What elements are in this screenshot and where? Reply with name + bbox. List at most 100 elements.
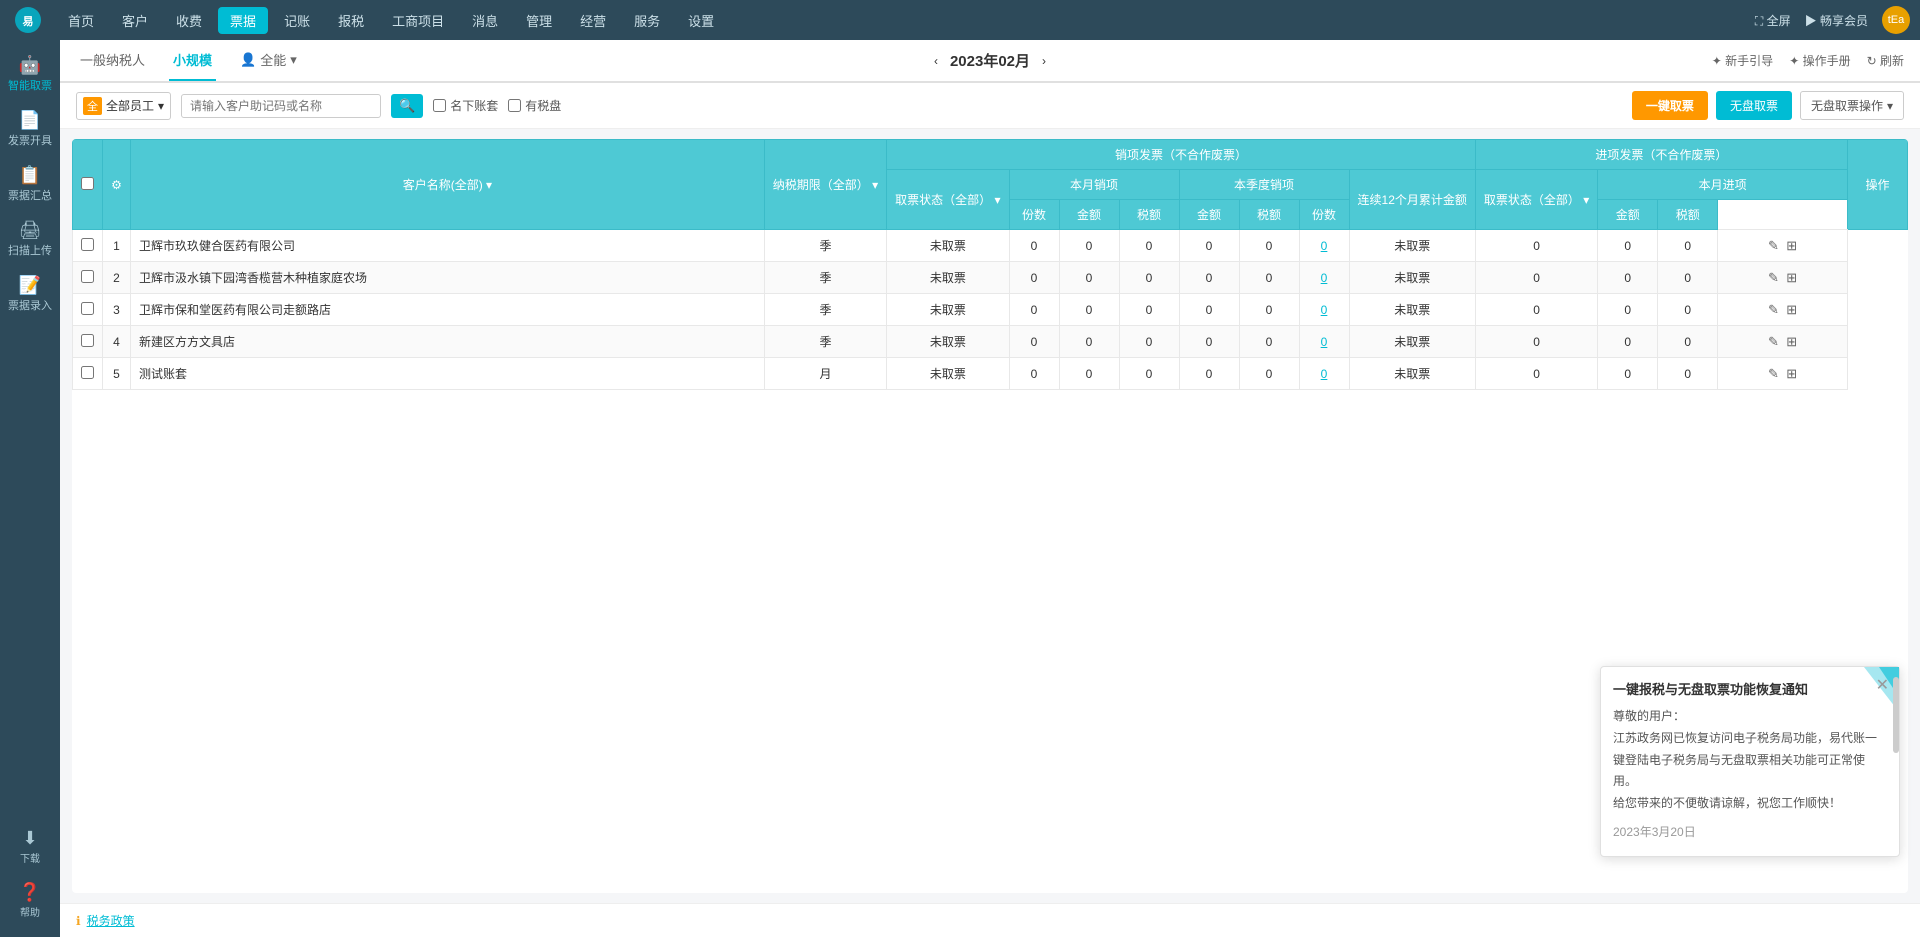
period-filter-icon[interactable]: ▾	[872, 178, 878, 192]
under-account-checkbox[interactable]: 名下账套	[433, 97, 498, 114]
nav-business[interactable]: 工商项目	[380, 7, 456, 34]
th-sales-status: 取票状态（全部） ▾	[887, 170, 1009, 230]
fullscreen-btn[interactable]: ⛶ 全屏	[1755, 12, 1791, 29]
row-checkbox-4[interactable]	[81, 366, 94, 379]
th-sales-month-count: 份数	[1009, 200, 1059, 230]
row-sales-status-3: 未取票	[887, 326, 1009, 358]
nav-customer[interactable]: 客户	[110, 7, 160, 34]
tab-small-scale[interactable]: 小规模	[169, 40, 216, 81]
nav-message[interactable]: 消息	[460, 7, 510, 34]
sales-status-filter-icon[interactable]: ▾	[994, 193, 1000, 207]
row-sales-status-0: 未取票	[887, 230, 1009, 262]
tab-general-taxpayer[interactable]: 一般纳税人	[76, 40, 149, 81]
nav-service[interactable]: 服务	[622, 7, 672, 34]
row-name-2: 卫辉市保和堂医药有限公司走额路店	[131, 294, 765, 326]
nav-operation[interactable]: 经营	[568, 7, 618, 34]
row-checkbox-3[interactable]	[81, 334, 94, 347]
row-checkbox-0[interactable]	[81, 238, 94, 251]
row-checkbox-2[interactable]	[81, 302, 94, 315]
help-icon: ❓	[19, 883, 41, 901]
row-checkbox-cell	[73, 294, 103, 326]
employee-filter[interactable]: 全 全部员工 ▾	[76, 92, 171, 120]
row-sales-month-tax-0: 0	[1119, 230, 1179, 262]
row-name-0: 卫辉市玖玖健合医药有限公司	[131, 230, 765, 262]
manual-btn[interactable]: ✦ 操作手册	[1789, 52, 1850, 69]
search-input[interactable]	[181, 94, 381, 118]
table-row: 5 测试账套 月 未取票 0 0 0 0 0 0 未取票 0 0 0 ✎ ⊞	[73, 358, 1908, 390]
one-click-ticket-btn[interactable]: 一键取票	[1632, 91, 1708, 120]
sidebar-item-summary[interactable]: 📋 票据汇总	[2, 158, 58, 211]
sidebar-item-entry[interactable]: 📝 票据录入	[2, 268, 58, 321]
row-sales-month-tax-3: 0	[1119, 326, 1179, 358]
entry-icon: 📝	[19, 276, 41, 294]
row-sales-quarter-amount-3: 0	[1179, 326, 1239, 358]
edit-icon-2[interactable]: ✎	[1768, 302, 1779, 317]
nav-invoice[interactable]: 票据	[218, 7, 268, 34]
row-purchase-month-amount-3: 0	[1598, 326, 1658, 358]
row-purchase-month-tax-4: 0	[1658, 358, 1718, 390]
no-disc-operation-btn[interactable]: 无盘取票操作 ▾	[1800, 91, 1904, 120]
search-button[interactable]: 🔍	[391, 94, 423, 118]
settings-icon[interactable]: ⚙	[111, 178, 122, 192]
sidebar-label-download: 下载	[20, 850, 40, 865]
detail-icon-3[interactable]: ⊞	[1786, 334, 1797, 349]
row-sales-month-amount-3: 0	[1059, 326, 1119, 358]
row-sales-quarter-tax-1: 0	[1239, 262, 1299, 294]
logo[interactable]: 易	[10, 2, 46, 38]
sidebar-item-scan[interactable]: 🖨 扫描上传	[2, 213, 58, 266]
row-purchase-month-tax-2: 0	[1658, 294, 1718, 326]
guide-btn[interactable]: ✦ 新手引导	[1712, 52, 1773, 69]
next-period-btn[interactable]: ›	[1042, 54, 1046, 68]
nav-accounting[interactable]: 记账	[272, 7, 322, 34]
nav-fee[interactable]: 收费	[164, 7, 214, 34]
row-period-0: 季	[764, 230, 886, 262]
row-checkbox-1[interactable]	[81, 270, 94, 283]
purchase-status-filter-icon[interactable]: ▾	[1583, 193, 1589, 207]
sidebar-item-help[interactable]: ❓ 帮助	[2, 875, 58, 927]
tab-all[interactable]: 👤 全能 ▾	[236, 40, 301, 81]
scrollbar-thumb[interactable]	[1893, 677, 1899, 752]
detail-icon-0[interactable]: ⊞	[1786, 238, 1797, 253]
footer: ℹ 税务政策	[60, 903, 1920, 937]
dropdown-arrow-icon: ▾	[1887, 99, 1893, 113]
detail-icon-1[interactable]: ⊞	[1786, 270, 1797, 285]
row-index-3: 4	[103, 326, 131, 358]
sub-nav-right: ✦ 新手引导 ✦ 操作手册 ↻ 刷新	[1712, 52, 1904, 69]
edit-icon-1[interactable]: ✎	[1768, 270, 1779, 285]
sidebar-item-smart-ticket[interactable]: 🤖 智能取票	[2, 48, 58, 101]
th-period: 纳税期限（全部） ▾	[764, 140, 886, 230]
detail-icon-2[interactable]: ⊞	[1786, 302, 1797, 317]
detail-icon-4[interactable]: ⊞	[1786, 366, 1797, 381]
sidebar-item-download[interactable]: ⬇ 下载	[2, 821, 58, 873]
th-operation: 操作	[1848, 140, 1908, 230]
row-sales-status-1: 未取票	[887, 262, 1009, 294]
nav-home[interactable]: 首页	[56, 7, 106, 34]
has-tax-disc-input[interactable]	[508, 99, 521, 112]
avatar[interactable]: tEa	[1882, 6, 1910, 34]
tax-policy-link[interactable]: 税务政策	[87, 912, 135, 929]
edit-icon-3[interactable]: ✎	[1768, 334, 1779, 349]
nav-tax[interactable]: 报税	[326, 7, 376, 34]
nav-manage[interactable]: 管理	[514, 7, 564, 34]
no-disc-ticket-btn[interactable]: 无盘取票	[1716, 91, 1792, 120]
select-all-checkbox[interactable]	[81, 177, 94, 190]
sidebar-item-invoice-open[interactable]: 📄 发票开具	[2, 103, 58, 156]
row-purchase-month-count-1: 0	[1475, 262, 1597, 294]
th-month-sales: 本月销项	[1009, 170, 1179, 200]
filter-icon[interactable]: ▾	[486, 178, 492, 192]
has-tax-disc-checkbox[interactable]: 有税盘	[508, 97, 561, 114]
row-sales-month-amount-4: 0	[1059, 358, 1119, 390]
edit-icon-0[interactable]: ✎	[1768, 238, 1779, 253]
member-btn[interactable]: ▶ 畅享会员	[1805, 12, 1868, 29]
sidebar-label-help: 帮助	[20, 904, 40, 919]
download-icon: ⬇	[22, 829, 37, 847]
dropdown-icon: ▾	[290, 52, 297, 68]
nav-settings[interactable]: 设置	[676, 7, 726, 34]
refresh-btn[interactable]: ↻ 刷新	[1867, 52, 1904, 69]
row-index-0: 1	[103, 230, 131, 262]
edit-icon-4[interactable]: ✎	[1768, 366, 1779, 381]
under-account-input[interactable]	[433, 99, 446, 112]
popup-close-btn[interactable]: ✕	[1876, 675, 1889, 695]
prev-period-btn[interactable]: ‹	[934, 54, 938, 68]
th-sales-quarter-tax: 税额	[1239, 200, 1299, 230]
